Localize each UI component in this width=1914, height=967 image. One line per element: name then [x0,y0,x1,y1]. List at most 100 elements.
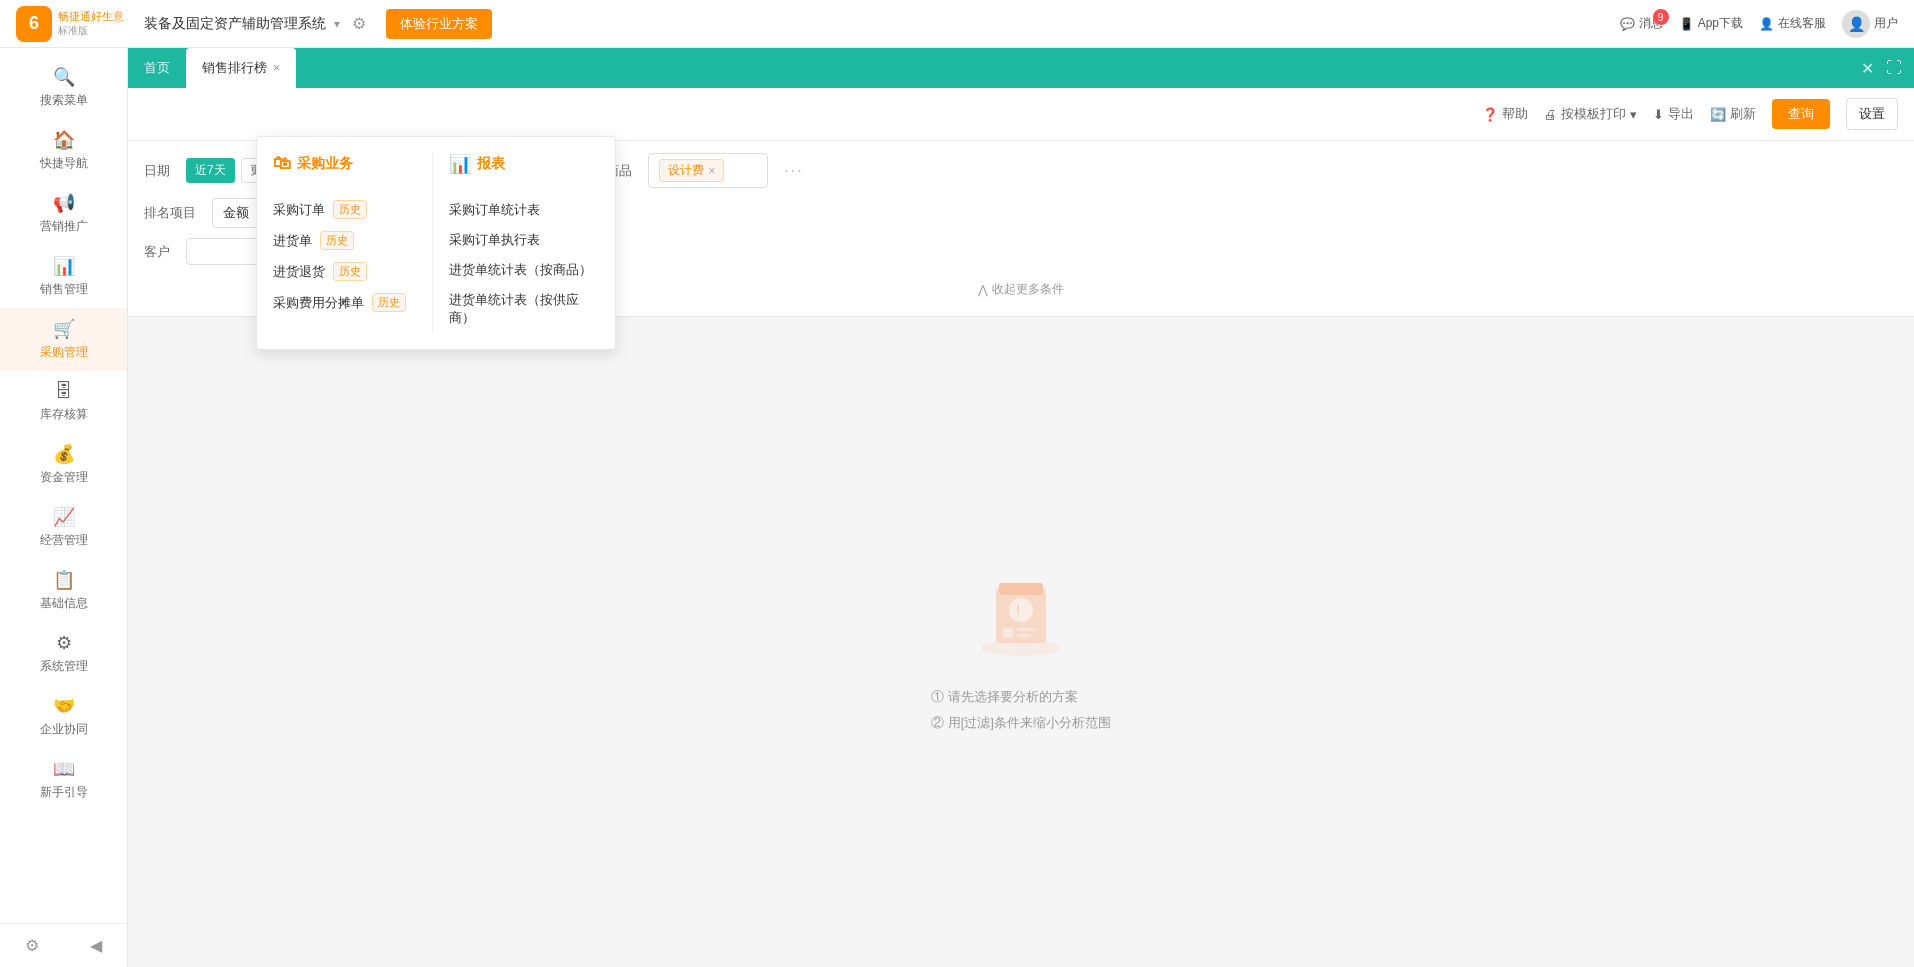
cooperation-icon: 🤝 [53,695,75,717]
sidebar-item-inventory[interactable]: 🗄 库存核算 [0,371,127,433]
incoming-stats-supplier-label: 进货单统计表（按供应商） [449,291,600,327]
sidebar-item-nav-label: 快捷导航 [40,155,88,172]
settings-filter-btn[interactable]: 设置 [1846,98,1898,130]
date-7days-btn[interactable]: 近7天 [186,158,235,183]
refresh-icon: 🔄 [1710,107,1726,122]
user-btn[interactable]: 👤 用户 [1842,10,1898,38]
menu-item-purchase-order[interactable]: 采购订单 历史 [273,194,424,225]
topbar-right: 💬 消息 9 📱 App下载 👤 在线客服 👤 用户 [1620,10,1898,38]
menu-col-report: 📊 报表 采购订单统计表 采购订单执行表 进货单统计表（按商品） 进货单统计表（… [432,153,600,333]
user-label: 用户 [1874,15,1898,32]
sales-icon: 📊 [53,255,75,277]
menu-item-order-stats[interactable]: 采购订单统计表 [449,195,600,225]
online-service-btn[interactable]: 👤 在线客服 [1759,15,1826,32]
goods-tag: 设计费 × [659,159,724,182]
empty-illustration: ! [961,548,1081,668]
sidebar-item-guide[interactable]: 📖 新手引导 [0,748,127,811]
sidebar-item-sales-label: 销售管理 [40,281,88,298]
query-btn[interactable]: 查询 [1772,99,1830,129]
business-icon: 📈 [53,506,75,528]
sidebar-item-search[interactable]: 🔍 搜索菜单 [0,56,127,119]
message-badge: 9 [1653,9,1669,25]
basics-icon: 📋 [53,569,75,591]
app-download-label: App下载 [1698,15,1743,32]
svg-rect-6 [1017,628,1037,631]
sidebar-item-system[interactable]: ⚙ 系统管理 [0,622,127,685]
sidebar-item-cooperation[interactable]: 🤝 企业协同 [0,685,127,748]
title-dropdown-icon[interactable]: ▾ [334,17,340,31]
help-btn[interactable]: ❓ 帮助 [1482,105,1528,123]
goods-tag-close-icon[interactable]: × [708,164,715,178]
sidebar-item-cooperation-label: 企业协同 [40,721,88,738]
search-icon: 🔍 [53,66,75,88]
sidebar-item-basics-label: 基础信息 [40,595,88,612]
print-dropdown-icon: ▾ [1630,107,1637,122]
purchase-order-history-tag: 历史 [333,200,367,219]
settings-icon[interactable]: ⚙ [352,14,366,33]
tab-sales-ranking-label: 销售排行榜 [202,59,267,77]
business-menu-icon: 🛍 [273,153,291,174]
menu-item-incoming-stats-supplier[interactable]: 进货单统计表（按供应商） [449,285,600,333]
rank-label: 排名项目 [144,204,196,222]
sidebar-item-business[interactable]: 📈 经营管理 [0,496,127,559]
return-history-tag: 历史 [333,262,367,281]
main-area: 🔍 搜索菜单 🏠 快捷导航 📢 营销推广 📊 销售管理 🛒 采购管 [0,48,1914,967]
refresh-btn[interactable]: 🔄 刷新 [1710,105,1756,123]
more-filter-dots[interactable]: ··· [784,162,803,180]
menu-business-title: 🛍 采购业务 [273,153,424,182]
sidebar-item-marketing[interactable]: 📢 营销推广 [0,182,127,245]
refresh-label: 刷新 [1730,105,1756,123]
sidebar-item-finance-label: 资金管理 [40,469,88,486]
tip2-text: 用[过滤]条件来缩小分析范围 [948,715,1111,730]
menu-item-order-exec[interactable]: 采购订单执行表 [449,225,600,255]
sidebar-item-nav[interactable]: 🏠 快捷导航 [0,119,127,182]
return-label: 进货退货 [273,263,325,281]
tab-close-icon[interactable]: × [273,61,280,75]
collapse-icon: ⋀ [978,283,988,297]
purchase-icon: 🛒 [53,318,75,340]
tab-close-window-icon[interactable]: ✕ [1861,59,1874,78]
content-area: 首页 销售排行榜 × ✕ ⛶ ❓ 帮助 🖨 按模板 [128,48,1914,967]
tab-home[interactable]: 首页 [128,48,186,88]
empty-tips: ① 请先选择要分析的方案 ② 用[过滤]条件来缩小分析范围 [931,684,1111,736]
logo-icon: 6 [16,6,52,42]
message-btn[interactable]: 💬 消息 9 [1620,15,1663,32]
tab-bar: 首页 销售排行榜 × ✕ ⛶ [128,48,1914,88]
print-btn[interactable]: 🖨 按模板打印 ▾ [1544,105,1637,123]
sidebar-bottom: ⚙ ◀ [0,923,127,967]
print-label: 按模板打印 [1561,105,1626,123]
sidebar-item-basics[interactable]: 📋 基础信息 [0,559,127,622]
menu-item-incoming[interactable]: 进货单 历史 [273,225,424,256]
tab-maximize-icon[interactable]: ⛶ [1886,59,1902,77]
order-stats-label: 采购订单统计表 [449,201,540,219]
finance-icon: 💰 [53,443,75,465]
settings-bottom-icon[interactable]: ⚙ [25,936,39,955]
tip1-bullet: ① [931,689,948,704]
marketing-icon: 📢 [53,192,75,214]
menu-col-business: 🛍 采购业务 采购订单 历史 进货单 历史 进货退货 历史 [273,153,424,333]
menu-item-return[interactable]: 进货退货 历史 [273,256,424,287]
tab-sales-ranking[interactable]: 销售排行榜 × [186,48,296,88]
export-btn[interactable]: ⬇ 导出 [1653,105,1694,123]
top-bar: 6 畅捷通好生意 标准版 装备及固定资产辅助管理系统 ▾ ⚙ 体验行业方案 💬 … [0,0,1914,48]
menu-item-incoming-stats-goods[interactable]: 进货单统计表（按商品） [449,255,600,285]
sidebar-item-purchase[interactable]: 🛒 采购管理 [0,308,127,371]
app-download-btn[interactable]: 📱 App下载 [1679,15,1743,32]
collapse-sidebar-icon[interactable]: ◀ [90,936,102,955]
incoming-history-tag: 历史 [320,231,354,250]
report-title-label: 报表 [477,155,505,173]
customer-label: 客户 [144,243,170,261]
order-exec-label: 采购订单执行表 [449,231,540,249]
purchase-order-label: 采购订单 [273,201,325,219]
menu-item-expenses[interactable]: 采购费用分摊单 历史 [273,287,424,318]
industry-btn[interactable]: 体验行业方案 [386,9,492,39]
sidebar-item-finance[interactable]: 💰 资金管理 [0,433,127,496]
purchase-dropdown-menu: 🛍 采购业务 采购订单 历史 进货单 历史 进货退货 历史 [256,136,616,350]
goods-select[interactable]: 设计费 × [648,153,768,188]
tab-home-label: 首页 [144,59,170,77]
export-icon: ⬇ [1653,107,1664,122]
rank-value: 金额 [223,204,249,222]
sidebar-item-marketing-label: 营销推广 [40,218,88,235]
incoming-stats-goods-label: 进货单统计表（按商品） [449,261,592,279]
sidebar-item-sales[interactable]: 📊 销售管理 [0,245,127,308]
